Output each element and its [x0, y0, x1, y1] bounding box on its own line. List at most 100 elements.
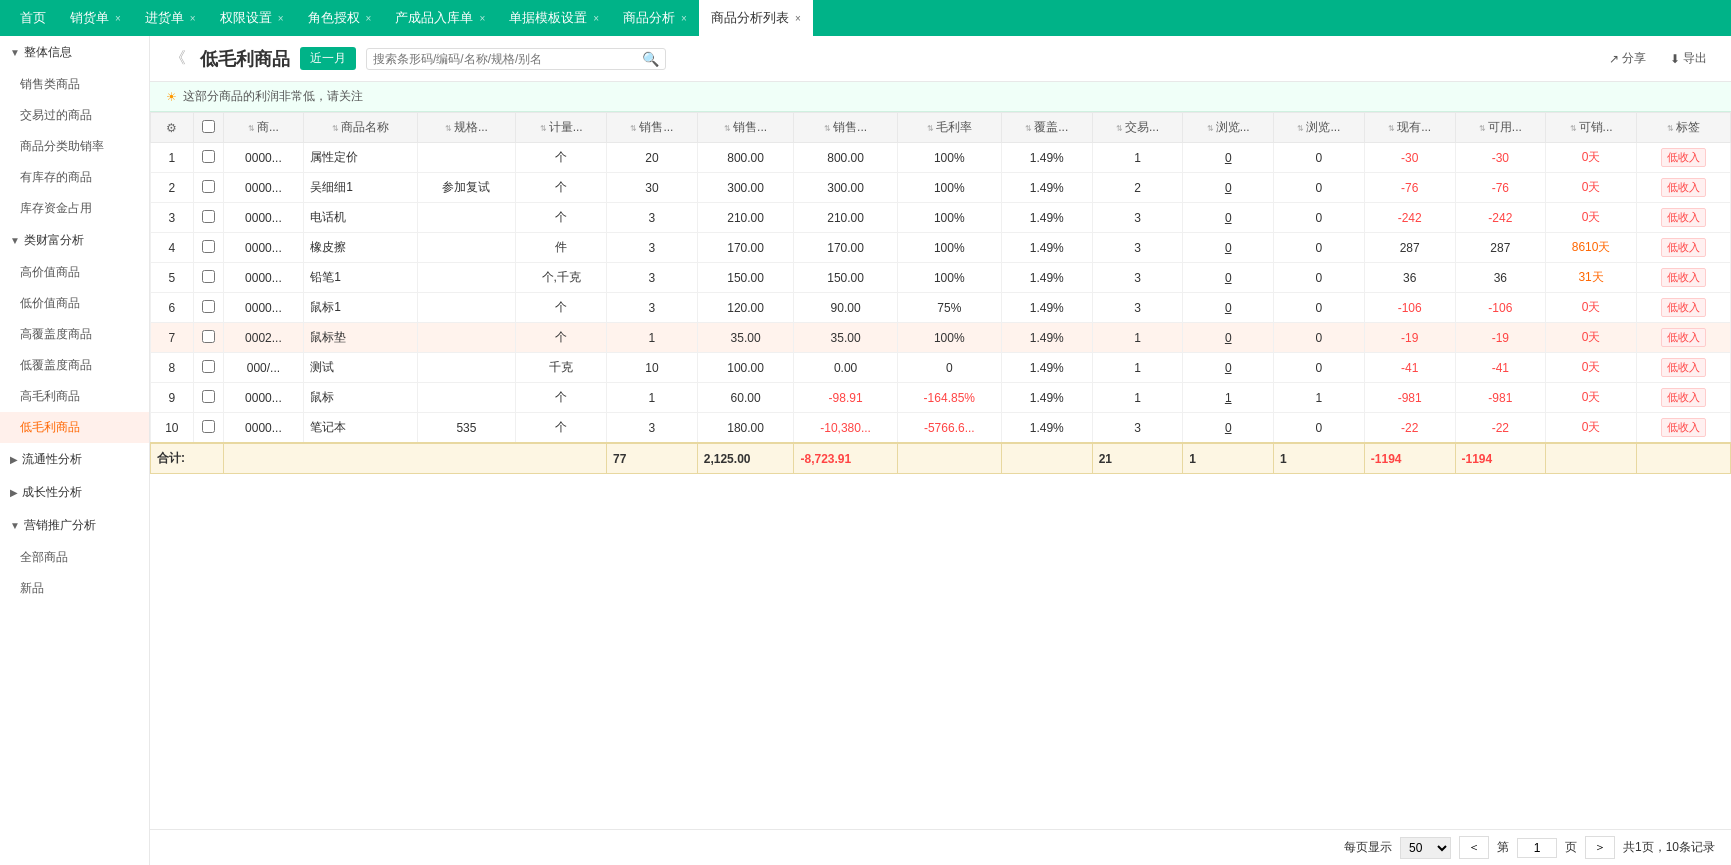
settings-col-header[interactable]: ⚙ [151, 113, 194, 143]
nav-product-analysis[interactable]: 商品分析 × [611, 0, 699, 36]
prev-page-button[interactable]: ＜ [1459, 836, 1489, 859]
row-name[interactable]: 鼠标垫 [304, 323, 417, 353]
col-sales-price[interactable]: ⇅销售... [697, 113, 794, 143]
row-checkbox[interactable] [202, 180, 215, 193]
nav-purchase-order[interactable]: 进货单 × [133, 0, 208, 36]
nav-role-auth[interactable]: 角色授权 × [296, 0, 384, 36]
col-coverage[interactable]: ⇅覆盖... [1001, 113, 1092, 143]
col-sales-count[interactable]: ⇅销售... [607, 113, 698, 143]
row-view1[interactable]: 0 [1183, 293, 1274, 323]
row-view1[interactable]: 0 [1183, 413, 1274, 444]
row-checkbox-cell[interactable] [193, 323, 223, 353]
row-name[interactable]: 橡皮擦 [304, 233, 417, 263]
col-code[interactable]: ⇅商... [223, 113, 304, 143]
sidebar-group-overall[interactable]: ▼ 整体信息 [0, 36, 149, 69]
sidebar-collapse-button[interactable]: 《 [166, 44, 190, 73]
close-icon[interactable]: × [190, 13, 196, 24]
row-name[interactable]: 电话机 [304, 203, 417, 233]
row-view1[interactable]: 0 [1183, 323, 1274, 353]
sidebar-item-new-goods[interactable]: 新品 [0, 573, 149, 604]
col-tag[interactable]: ⇅标签 [1636, 113, 1730, 143]
sidebar-item-all-goods[interactable]: 全部商品 [0, 542, 149, 573]
sidebar-item-high-margin[interactable]: 高毛利商品 [0, 381, 149, 412]
time-filter-button[interactable]: 近一月 [300, 47, 356, 70]
nav-sales-order[interactable]: 销货单 × [58, 0, 133, 36]
nav-home[interactable]: 首页 [8, 0, 58, 36]
sidebar-item-in-stock[interactable]: 有库存的商品 [0, 162, 149, 193]
sidebar-group-growth[interactable]: ▶ 成长性分析 [0, 476, 149, 509]
nav-product-inbound[interactable]: 产成品入库单 × [383, 0, 497, 36]
row-view1[interactable]: 0 [1183, 353, 1274, 383]
close-icon[interactable]: × [115, 13, 121, 24]
row-name[interactable]: 铅笔1 [304, 263, 417, 293]
close-icon[interactable]: × [681, 13, 687, 24]
col-current-stock[interactable]: ⇅现有... [1364, 113, 1455, 143]
export-button[interactable]: ⬇ 导出 [1662, 46, 1715, 71]
page-size-select[interactable]: 20 50 100 [1400, 837, 1451, 859]
row-checkbox-cell[interactable] [193, 263, 223, 293]
row-name[interactable]: 测试 [304, 353, 417, 383]
next-page-button[interactable]: ＞ [1585, 836, 1615, 859]
row-checkbox[interactable] [202, 210, 215, 223]
row-checkbox-cell[interactable] [193, 413, 223, 444]
select-all-checkbox[interactable] [202, 120, 215, 133]
row-checkbox-cell[interactable] [193, 353, 223, 383]
row-checkbox[interactable] [202, 150, 215, 163]
close-icon[interactable]: × [366, 13, 372, 24]
row-checkbox-cell[interactable] [193, 203, 223, 233]
search-icon[interactable]: 🔍 [642, 51, 659, 67]
close-icon[interactable]: × [593, 13, 599, 24]
close-icon[interactable]: × [795, 13, 801, 24]
search-input[interactable] [373, 52, 642, 66]
sidebar-item-category-rate[interactable]: 商品分类助销率 [0, 131, 149, 162]
col-saleable[interactable]: ⇅可销... [1546, 113, 1637, 143]
col-transaction[interactable]: ⇅交易... [1092, 113, 1183, 143]
row-name[interactable]: 属性定价 [304, 143, 417, 173]
row-checkbox-cell[interactable] [193, 383, 223, 413]
row-name[interactable]: 鼠标1 [304, 293, 417, 323]
share-button[interactable]: ↗ 分享 [1601, 46, 1654, 71]
sidebar-item-traded-goods[interactable]: 交易过的商品 [0, 100, 149, 131]
sidebar-item-low-coverage[interactable]: 低覆盖度商品 [0, 350, 149, 381]
col-available[interactable]: ⇅可用... [1455, 113, 1546, 143]
sidebar-group-marketing[interactable]: ▼ 营销推广分析 [0, 509, 149, 542]
close-icon[interactable]: × [278, 13, 284, 24]
nav-template-settings[interactable]: 单据模板设置 × [497, 0, 611, 36]
row-checkbox-cell[interactable] [193, 233, 223, 263]
row-name[interactable]: 吴细细1 [304, 173, 417, 203]
row-checkbox[interactable] [202, 360, 215, 373]
col-unit[interactable]: ⇅计量... [516, 113, 607, 143]
sidebar-item-sales-goods[interactable]: 销售类商品 [0, 69, 149, 100]
row-checkbox-cell[interactable] [193, 143, 223, 173]
col-name[interactable]: ⇅商品名称 [304, 113, 417, 143]
nav-permissions[interactable]: 权限设置 × [208, 0, 296, 36]
checkbox-col-header[interactable] [193, 113, 223, 143]
row-view1[interactable]: 0 [1183, 203, 1274, 233]
sidebar-item-stock-capital[interactable]: 库存资金占用 [0, 193, 149, 224]
row-checkbox-cell[interactable] [193, 173, 223, 203]
nav-product-analysis-list[interactable]: 商品分析列表 × [699, 0, 813, 36]
sidebar-item-low-margin[interactable]: 低毛利商品 [0, 412, 149, 443]
sidebar-item-high-value[interactable]: 高价值商品 [0, 257, 149, 288]
row-view1[interactable]: 1 [1183, 383, 1274, 413]
row-checkbox-cell[interactable] [193, 293, 223, 323]
sidebar-group-wealth[interactable]: ▼ 类财富分析 [0, 224, 149, 257]
row-checkbox[interactable] [202, 420, 215, 433]
row-name[interactable]: 鼠标 [304, 383, 417, 413]
sidebar-item-high-coverage[interactable]: 高覆盖度商品 [0, 319, 149, 350]
row-view1[interactable]: 0 [1183, 143, 1274, 173]
row-checkbox[interactable] [202, 390, 215, 403]
col-spec[interactable]: ⇅规格... [417, 113, 516, 143]
sidebar-group-circulation[interactable]: ▶ 流通性分析 [0, 443, 149, 476]
row-checkbox[interactable] [202, 300, 215, 313]
row-name[interactable]: 笔记本 [304, 413, 417, 444]
row-view1[interactable]: 0 [1183, 263, 1274, 293]
col-view1[interactable]: ⇅浏览... [1183, 113, 1274, 143]
col-sales-profit[interactable]: ⇅销售... [794, 113, 897, 143]
col-gross-margin[interactable]: ⇅毛利率 [897, 113, 1001, 143]
row-checkbox[interactable] [202, 240, 215, 253]
row-view1[interactable]: 0 [1183, 233, 1274, 263]
row-checkbox[interactable] [202, 330, 215, 343]
row-checkbox[interactable] [202, 270, 215, 283]
row-view1[interactable]: 0 [1183, 173, 1274, 203]
